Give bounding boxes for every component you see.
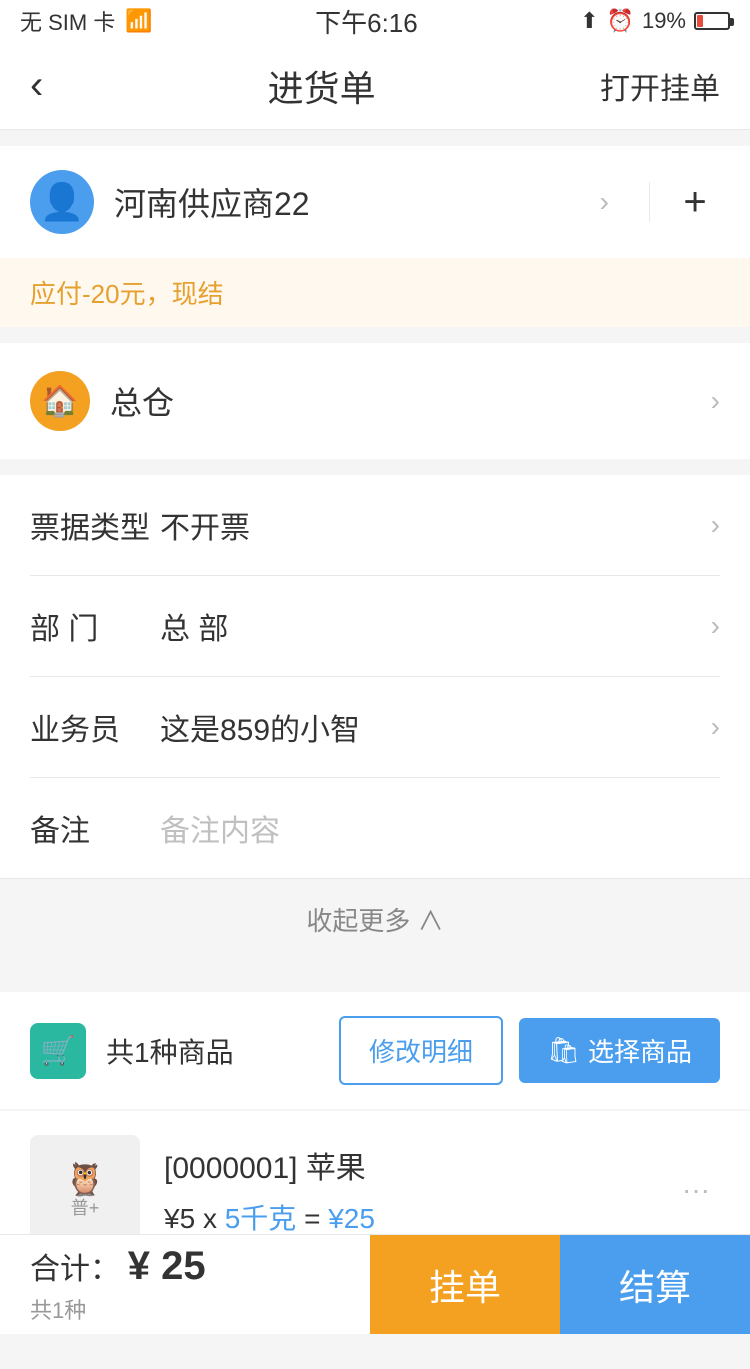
collapse-button[interactable]: 收起更多 ∧ <box>0 878 750 960</box>
location-icon: ⬆ <box>580 8 598 34</box>
status-bar: 无 SIM 卡 📶 下午6:16 ⬆ ⏰ 19% <box>0 0 750 42</box>
equals-sign: = <box>304 1203 328 1234</box>
products-icon: 🛒 <box>30 1023 86 1079</box>
top-divider <box>0 130 750 146</box>
warehouse-icon: 🏠 <box>41 384 78 419</box>
salesperson-row[interactable]: 业务员 这是859的小智 › <box>0 677 750 777</box>
hang-button[interactable]: 挂单 <box>370 1235 560 1334</box>
carrier-label: 无 SIM 卡 <box>20 5 115 37</box>
warehouse-chevron-icon: › <box>711 385 720 417</box>
supplier-section: 👤 河南供应商22 › + 应付-20元，现结 <box>0 146 750 327</box>
salesperson-value: 这是859的小智 <box>160 705 711 749</box>
remark-placeholder: 备注内容 <box>160 806 720 850</box>
product-thumb-icon: 🦉 普+ <box>65 1160 105 1220</box>
settle-button[interactable]: 结算 <box>560 1235 750 1334</box>
department-row[interactable]: 部 门 总 部 › <box>0 576 750 676</box>
status-left: 无 SIM 卡 📶 <box>20 5 153 37</box>
supplier-avatar: 👤 <box>30 170 94 234</box>
select-product-label: 选择商品 <box>588 1032 692 1069</box>
department-value: 总 部 <box>160 604 711 648</box>
battery-icon <box>694 12 730 30</box>
supplier-row[interactable]: 👤 河南供应商22 › + <box>0 146 750 258</box>
remark-row[interactable]: 备注 备注内容 <box>0 778 750 878</box>
select-product-button[interactable]: 🛍 选择商品 <box>519 1018 720 1083</box>
fields-section: 票据类型 不开票 › 部 门 总 部 › 业务员 这是859的小智 › 备注 备… <box>0 475 750 878</box>
warehouse-label: 总仓 <box>110 378 711 424</box>
warehouse-icon-wrap: 🏠 <box>30 371 90 431</box>
product-name-label: 苹果 <box>306 1152 366 1185</box>
wifi-icon: 📶 <box>125 8 152 34</box>
supplier-name: 河南供应商22 <box>114 179 600 225</box>
ticket-type-value: 不开票 <box>160 503 711 547</box>
total-label: 合计： <box>30 1253 120 1286</box>
notice-banner: 应付-20元，现结 <box>0 258 750 327</box>
total-amount: ¥ 25 <box>128 1244 206 1288</box>
add-supplier-button[interactable]: + <box>660 172 720 232</box>
product-info: [0000001] 苹果 ¥5 x 5千克 = ¥25 <box>164 1143 672 1237</box>
unit-price: ¥5 <box>164 1203 195 1234</box>
salesperson-label: 业务员 <box>30 705 160 749</box>
status-right: ⬆ ⏰ 19% <box>580 8 730 34</box>
alarm-icon: ⏰ <box>607 8 634 34</box>
quantity: 5千克 <box>225 1203 297 1234</box>
product-thumbnail: 🦉 普+ <box>30 1135 140 1245</box>
supplier-chevron-icon: › <box>600 186 609 218</box>
product-price: ¥5 x 5千克 = ¥25 <box>164 1197 672 1237</box>
edit-detail-button[interactable]: 修改明细 <box>339 1016 503 1085</box>
status-time: 下午6:16 <box>315 3 418 40</box>
product-more-button[interactable]: ··· <box>672 1164 720 1216</box>
product-id: [0000001] <box>164 1152 297 1185</box>
product-name: [0000001] 苹果 <box>164 1143 672 1187</box>
total-section: 合计： ¥ 25 共1种 <box>0 1235 370 1334</box>
ticket-type-row[interactable]: 票据类型 不开票 › <box>0 475 750 575</box>
total-row: 合计： ¥ 25 <box>30 1244 340 1289</box>
ticket-type-label: 票据类型 <box>30 503 160 547</box>
cart-icon: 🛒 <box>41 1034 76 1067</box>
remark-label: 备注 <box>30 806 160 850</box>
products-header: 🛒 共1种商品 修改明细 🛍 选择商品 <box>0 992 750 1109</box>
salesperson-chevron-icon: › <box>711 711 720 743</box>
divider-3 <box>0 960 750 976</box>
products-count: 共1种商品 <box>106 1031 339 1071</box>
select-product-icon: 🛍 <box>547 1035 580 1066</box>
back-icon: ‹ <box>30 63 43 108</box>
user-icon: 👤 <box>40 181 85 223</box>
ticket-chevron-icon: › <box>711 509 720 541</box>
bottom-bar: 合计： ¥ 25 共1种 挂单 结算 <box>0 1234 750 1334</box>
total-price: ¥25 <box>328 1203 375 1234</box>
page-title: 进货单 <box>268 60 376 112</box>
battery-percent: 19% <box>642 8 686 34</box>
open-hang-button[interactable]: 打开挂单 <box>600 64 720 108</box>
warehouse-section: 🏠 总仓 › <box>0 343 750 459</box>
department-label: 部 门 <box>30 604 160 648</box>
nav-bar: ‹ 进货单 打开挂单 <box>0 42 750 130</box>
divider-1 <box>0 327 750 343</box>
multiply-sign: x <box>203 1203 225 1234</box>
warehouse-row[interactable]: 🏠 总仓 › <box>0 343 750 459</box>
divider-2 <box>0 459 750 475</box>
total-count: 共1种 <box>30 1293 340 1325</box>
back-button[interactable]: ‹ <box>30 63 43 108</box>
department-chevron-icon: › <box>711 610 720 642</box>
vertical-divider <box>649 182 650 222</box>
